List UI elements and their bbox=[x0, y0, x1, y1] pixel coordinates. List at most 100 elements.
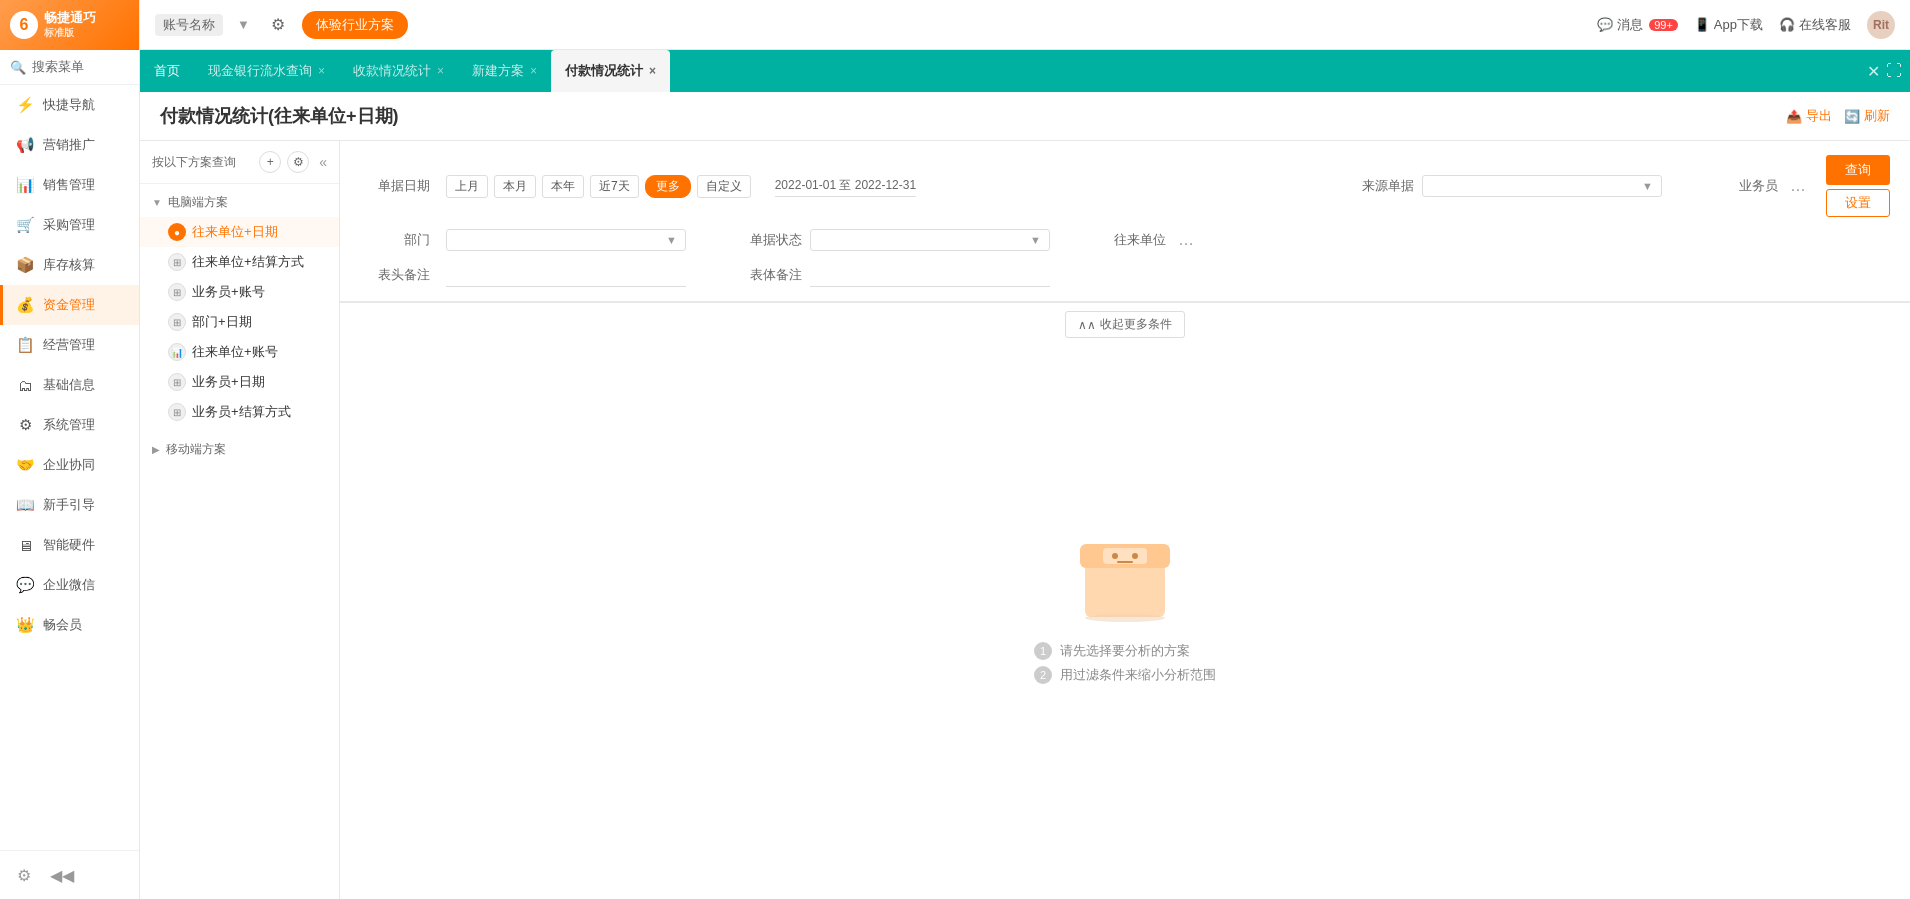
trading-unit-filter: 往来单位 … bbox=[1096, 231, 1198, 249]
sidebar-item-smart-hw[interactable]: 🖥 智能硬件 bbox=[0, 525, 139, 565]
messages-btn[interactable]: 💬 消息 99+ bbox=[1597, 16, 1678, 34]
scheme-item-unit-settle[interactable]: ⊞ 往来单位+结算方式 bbox=[140, 247, 339, 277]
scheme-item-unit-account[interactable]: 📊 往来单位+账号 bbox=[140, 337, 339, 367]
doc-status-label: 单据状态 bbox=[732, 231, 802, 249]
tabbar: 首页 现金银行流水查询 × 收款情况统计 × 新建方案 × 付款情况统计 × ✕… bbox=[140, 50, 1910, 92]
scheme-item-dept-date[interactable]: ⊞ 部门+日期 bbox=[140, 307, 339, 337]
scheme-item-staff-account[interactable]: ⊞ 业务员+账号 bbox=[140, 277, 339, 307]
scheme-settings-btn[interactable]: ⚙ bbox=[287, 151, 309, 173]
sidebar-item-finance[interactable]: 💰 资金管理 bbox=[0, 285, 139, 325]
app-download-btn[interactable]: 📱 App下载 bbox=[1694, 16, 1763, 34]
scheme-item-icon: 📊 bbox=[168, 343, 186, 361]
messages-label: 消息 bbox=[1617, 16, 1643, 34]
scheme-group-mobile-title[interactable]: ▶ 移动端方案 bbox=[140, 435, 339, 464]
trading-unit-ellipsis-btn[interactable]: … bbox=[1174, 231, 1198, 249]
trial-btn[interactable]: 体验行业方案 bbox=[302, 11, 408, 39]
sidebar-item-quick-nav[interactable]: ⚡ 快捷导航 bbox=[0, 85, 139, 125]
last-7-btn[interactable]: 近7天 bbox=[590, 175, 639, 198]
sidebar-item-sales[interactable]: 📊 销售管理 bbox=[0, 165, 139, 205]
maximize-btn[interactable]: ⛶ bbox=[1886, 62, 1902, 80]
filter-row-3: 表头备注 表体备注 bbox=[360, 263, 1890, 287]
tab-new-scheme[interactable]: 新建方案 × bbox=[458, 50, 551, 92]
sidebar-item-label: 基础信息 bbox=[43, 376, 95, 394]
tab-payment-stat-close[interactable]: × bbox=[437, 64, 444, 78]
salesperson-ellipsis-btn[interactable]: … bbox=[1786, 177, 1810, 195]
sidebar-item-label: 企业协同 bbox=[43, 456, 95, 474]
topbar-gear-btn[interactable]: ⚙ bbox=[264, 11, 292, 39]
sidebar-item-label: 系统管理 bbox=[43, 416, 95, 434]
header-note-input[interactable] bbox=[446, 263, 686, 287]
sidebar-item-beginner[interactable]: 📖 新手引导 bbox=[0, 485, 139, 525]
this-month-btn[interactable]: 本月 bbox=[494, 175, 536, 198]
account-chevron-icon: ▼ bbox=[237, 17, 250, 32]
scheme-group-desktop-title[interactable]: ▼ 电脑端方案 bbox=[140, 188, 339, 217]
doc-status-select[interactable]: ▼ bbox=[810, 229, 1050, 251]
svg-point-3 bbox=[1112, 553, 1118, 559]
sidebar-item-label: 畅会员 bbox=[43, 616, 82, 634]
tab-bank-flow-close[interactable]: × bbox=[318, 64, 325, 78]
page-header-actions: 📤 导出 🔄 刷新 bbox=[1786, 107, 1890, 125]
this-year-btn[interactable]: 本年 bbox=[542, 175, 584, 198]
sidebar-item-corp-wechat[interactable]: 💬 企业微信 bbox=[0, 565, 139, 605]
main-area: 账号名称 ▼ ⚙ 体验行业方案 💬 消息 99+ 📱 App下载 🎧 在线客服 … bbox=[140, 0, 1910, 899]
filter-actions: 查询 设置 bbox=[1826, 155, 1890, 217]
system-icon: ⚙ bbox=[15, 415, 35, 435]
scheme-item-dept-date-label: 部门+日期 bbox=[192, 313, 252, 331]
sidebar-item-member[interactable]: 👑 畅会员 bbox=[0, 605, 139, 645]
logo-subtitle: 标准版 bbox=[44, 26, 96, 40]
scheme-header: 按以下方案查询 + ⚙ « bbox=[140, 141, 339, 184]
hint-num-1: 1 bbox=[1034, 642, 1052, 660]
settings-bottom-btn[interactable]: ⚙ bbox=[10, 861, 38, 889]
more-btn[interactable]: 更多 bbox=[645, 175, 691, 198]
tab-payment-stat[interactable]: 收款情况统计 × bbox=[339, 50, 458, 92]
dept-select[interactable]: ▼ bbox=[446, 229, 686, 251]
filter-area: 单据日期 上月 本月 本年 近7天 更多 自定义 2022-01-01 至 20… bbox=[340, 141, 1910, 302]
close-all-btn[interactable]: ✕ bbox=[1867, 62, 1880, 81]
scheme-add-btn[interactable]: + bbox=[259, 151, 281, 173]
tab-pay-stat-close[interactable]: × bbox=[649, 64, 656, 78]
collapse-more-btn[interactable]: ∧∧ 收起更多条件 bbox=[1065, 311, 1185, 338]
setting-btn[interactable]: 设置 bbox=[1826, 189, 1890, 217]
sidebar-item-system[interactable]: ⚙ 系统管理 bbox=[0, 405, 139, 445]
scheme-item-staff-settle[interactable]: ⊞ 业务员+结算方式 bbox=[140, 397, 339, 427]
last-month-btn[interactable]: 上月 bbox=[446, 175, 488, 198]
tab-bank-flow-label: 现金银行流水查询 bbox=[208, 62, 312, 80]
body-note-input[interactable] bbox=[810, 263, 1050, 287]
scheme-item-staff-date[interactable]: ⊞ 业务员+日期 bbox=[140, 367, 339, 397]
sidebar-item-base-info[interactable]: 🗂 基础信息 bbox=[0, 365, 139, 405]
inventory-icon: 📦 bbox=[15, 255, 35, 275]
collapse-btn-label: 收起更多条件 bbox=[1100, 316, 1172, 333]
sidebar-item-management[interactable]: 📋 经营管理 bbox=[0, 325, 139, 365]
hint-text-1: 请先选择要分析的方案 bbox=[1060, 642, 1190, 660]
user-avatar[interactable]: Rit bbox=[1867, 11, 1895, 39]
content-area: 按以下方案查询 + ⚙ « ▼ 电脑端方案 ● 往来单位+日期 bbox=[140, 141, 1910, 899]
query-btn[interactable]: 查询 bbox=[1826, 155, 1890, 185]
scheme-item-icon: ⊞ bbox=[168, 283, 186, 301]
export-btn[interactable]: 📤 导出 bbox=[1786, 107, 1832, 125]
scheme-collapse-btn[interactable]: « bbox=[319, 154, 327, 170]
tab-bank-flow[interactable]: 现金银行流水查询 × bbox=[194, 50, 339, 92]
sidebar-item-corp-coop[interactable]: 🤝 企业协同 bbox=[0, 445, 139, 485]
quick-nav-icon: ⚡ bbox=[15, 95, 35, 115]
source-select[interactable]: ▼ bbox=[1422, 175, 1662, 197]
tab-pay-stat[interactable]: 付款情况统计 × bbox=[551, 50, 670, 92]
sidebar-item-inventory[interactable]: 📦 库存核算 bbox=[0, 245, 139, 285]
online-service-btn[interactable]: 🎧 在线客服 bbox=[1779, 16, 1851, 34]
custom-btn[interactable]: 自定义 bbox=[697, 175, 751, 198]
corp-coop-icon: 🤝 bbox=[15, 455, 35, 475]
date-range-display: 2022-01-01 至 2022-12-31 bbox=[775, 175, 1298, 197]
refresh-btn[interactable]: 🔄 刷新 bbox=[1844, 107, 1890, 125]
sidebar-item-purchase[interactable]: 🛒 采购管理 bbox=[0, 205, 139, 245]
headset-icon: 🎧 bbox=[1779, 17, 1795, 32]
collapse-sidebar-btn[interactable]: ◀◀ bbox=[48, 861, 76, 889]
search-menu[interactable]: 🔍 搜索菜单 bbox=[0, 50, 139, 85]
scheme-item-active-icon: ● bbox=[168, 223, 186, 241]
empty-hint-2: 2 用过滤条件来缩小分析范围 bbox=[1034, 666, 1216, 684]
scheme-item-unit-date[interactable]: ● 往来单位+日期 bbox=[140, 217, 339, 247]
tab-new-scheme-close[interactable]: × bbox=[530, 64, 537, 78]
scheme-group-arrow-icon: ▼ bbox=[152, 197, 162, 208]
doc-status-arrow-icon: ▼ bbox=[1030, 234, 1041, 246]
sidebar-item-marketing[interactable]: 📢 营销推广 bbox=[0, 125, 139, 165]
tab-home[interactable]: 首页 bbox=[140, 50, 194, 92]
scheme-panel: 按以下方案查询 + ⚙ « ▼ 电脑端方案 ● 往来单位+日期 bbox=[140, 141, 340, 899]
